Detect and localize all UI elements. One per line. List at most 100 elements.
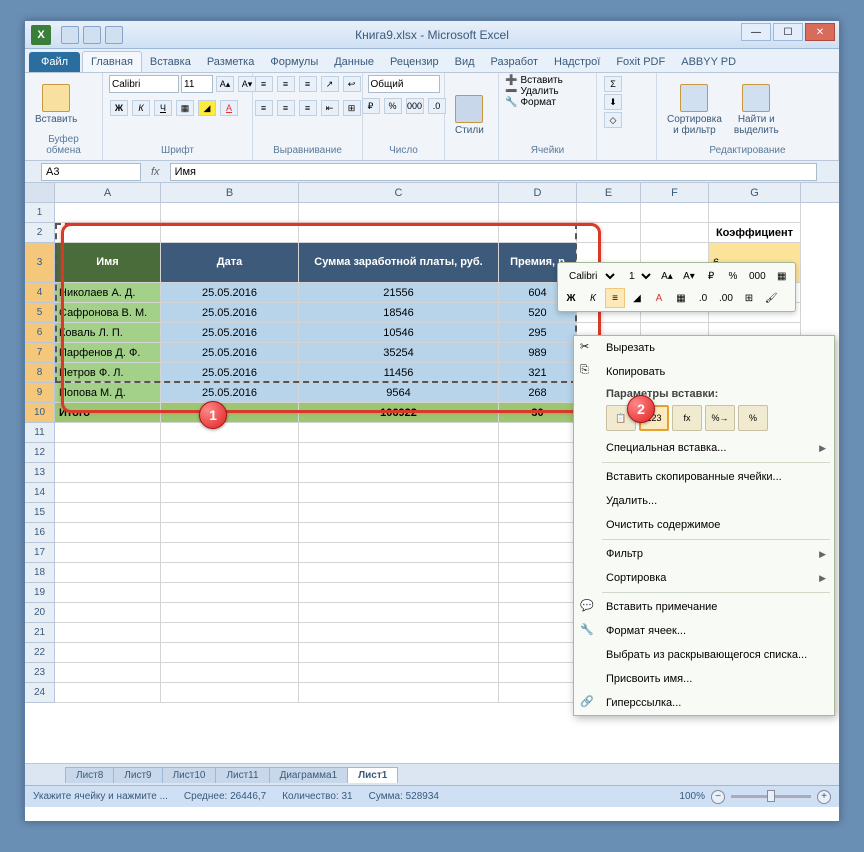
tab-abbyy[interactable]: ABBYY PD [673,52,744,72]
align-top[interactable]: ≡ [255,76,273,92]
ctx-filter[interactable]: Фильтр▶ [574,542,834,566]
row-header[interactable]: 20 [25,603,55,623]
cell-name[interactable]: Попова М. Д. [55,383,161,403]
row-header[interactable]: 18 [25,563,55,583]
ctx-hyperlink[interactable]: 🔗Гиперссылка... [574,691,834,715]
tab-view[interactable]: Вид [447,52,483,72]
align-left[interactable]: ≡ [255,100,273,116]
mini-currency[interactable]: ₽ [701,266,721,286]
cell-name[interactable]: Коваль Л. П. [55,323,161,343]
row-header[interactable]: 17 [25,543,55,563]
number-format-select[interactable] [368,75,440,93]
comma[interactable]: 000 [406,98,424,114]
row-header[interactable]: 7 [25,343,55,363]
font-color-button[interactable]: A [220,100,238,116]
format-cells-button[interactable]: 🔧Формат [505,97,556,108]
zoom-in-button[interactable]: + [817,790,831,804]
mini-fill-color[interactable]: ◢ [627,288,647,308]
fill-color-button[interactable]: ◢ [198,100,216,116]
merge[interactable]: ⊞ [343,100,361,116]
mini-borders[interactable]: ▦ [772,266,792,286]
autosum[interactable]: Σ [604,76,622,92]
col-header[interactable]: E [577,183,641,202]
bold-button[interactable]: Ж [110,100,128,116]
row-header[interactable]: 5 [25,303,55,323]
row-header[interactable]: 2 [25,223,55,243]
cell-sum[interactable]: 21556 [299,283,499,303]
header-date[interactable]: Дата [161,243,299,283]
paste-opt-formulas[interactable]: fx [672,405,702,431]
tab-layout[interactable]: Разметка [199,52,263,72]
row-header[interactable]: 13 [25,463,55,483]
row-header[interactable]: 22 [25,643,55,663]
row-header[interactable]: 15 [25,503,55,523]
paste-opt-transpose[interactable]: %→ [705,405,735,431]
delete-cells-button[interactable]: ➖Удалить [505,86,559,97]
mini-format-painter[interactable]: 🖌 [761,288,782,308]
cell-prem[interactable]: 295 [499,323,577,343]
header-sum[interactable]: Сумма заработной платы, руб. [299,243,499,283]
ctx-format-cells[interactable]: 🔧Формат ячеек... [574,619,834,643]
col-header[interactable]: B [161,183,299,202]
row-header[interactable]: 23 [25,663,55,683]
cell-name[interactable]: Петров Ф. Л. [55,363,161,383]
mini-grow-font[interactable]: A▴ [657,266,677,286]
cell-total-sum[interactable]: 106922 [299,403,499,423]
cell-name[interactable]: Парфенов Д. Ф. [55,343,161,363]
mini-font-color[interactable]: A [649,288,669,308]
row-header[interactable]: 21 [25,623,55,643]
col-header[interactable]: D [499,183,577,202]
cell-prem[interactable]: 321 [499,363,577,383]
grow-font-button[interactable]: A▴ [216,76,234,92]
cell-prem[interactable]: 268 [499,383,577,403]
col-header[interactable]: C [299,183,499,202]
row-header[interactable]: 19 [25,583,55,603]
ctx-delete[interactable]: Удалить... [574,489,834,513]
row-header[interactable]: 3 [25,243,55,283]
sheet-tab[interactable]: Диаграмма1 [269,767,349,783]
row-header[interactable]: 9 [25,383,55,403]
tab-insert[interactable]: Вставка [142,52,199,72]
worksheet-grid[interactable]: A B C D E F G 1 2Коэффициент 3ИмяДатаСум… [25,183,839,763]
minimize-button[interactable]: — [741,23,771,41]
cell-sum[interactable]: 35254 [299,343,499,363]
select-all-corner[interactable] [25,183,55,202]
col-header[interactable]: A [55,183,161,202]
find-select-button[interactable]: Найти и выделить [730,82,783,138]
qat-save-icon[interactable] [61,26,79,44]
cell-sum[interactable]: 10546 [299,323,499,343]
paste-opt-formatting[interactable]: % [738,405,768,431]
row-header[interactable]: 14 [25,483,55,503]
font-family-select[interactable] [109,75,179,93]
cell-total-label[interactable]: Итого [55,403,161,423]
mini-font-select[interactable]: Calibri [561,266,619,286]
col-header[interactable]: G [709,183,801,202]
mini-dec-inc[interactable]: .0 [693,288,713,308]
name-box[interactable]: A3 [41,163,141,181]
align-center[interactable]: ≡ [277,100,295,116]
row-header[interactable]: 16 [25,523,55,543]
wrap-text[interactable]: ↩ [343,76,361,92]
align-bot[interactable]: ≡ [299,76,317,92]
mini-percent[interactable]: % [723,266,743,286]
row-header[interactable]: 4 [25,283,55,303]
ctx-sort[interactable]: Сортировка▶ [574,566,834,590]
row-header[interactable]: 8 [25,363,55,383]
insert-cells-button[interactable]: ➕Вставить [505,75,563,86]
indent-dec[interactable]: ⇤ [321,100,339,116]
mini-italic[interactable]: К [583,288,603,308]
underline-button[interactable]: Ч [154,100,172,116]
cell-date[interactable]: 25.05.2016 [161,303,299,323]
tab-developer[interactable]: Разработ [483,52,546,72]
qat-redo-icon[interactable] [105,26,123,44]
ctx-picklist[interactable]: Выбрать из раскрывающегося списка... [574,643,834,667]
col-header[interactable]: F [641,183,709,202]
mini-comma[interactable]: 000 [745,266,770,286]
row-header[interactable]: 11 [25,423,55,443]
percent[interactable]: % [384,98,402,114]
cell-name[interactable]: Сафронова В. М. [55,303,161,323]
fill[interactable]: ⬇ [604,94,622,110]
zoom-level[interactable]: 100% [679,791,705,802]
mini-border[interactable]: ▦ [671,288,691,308]
sheet-tab-active[interactable]: Лист1 [347,767,398,783]
